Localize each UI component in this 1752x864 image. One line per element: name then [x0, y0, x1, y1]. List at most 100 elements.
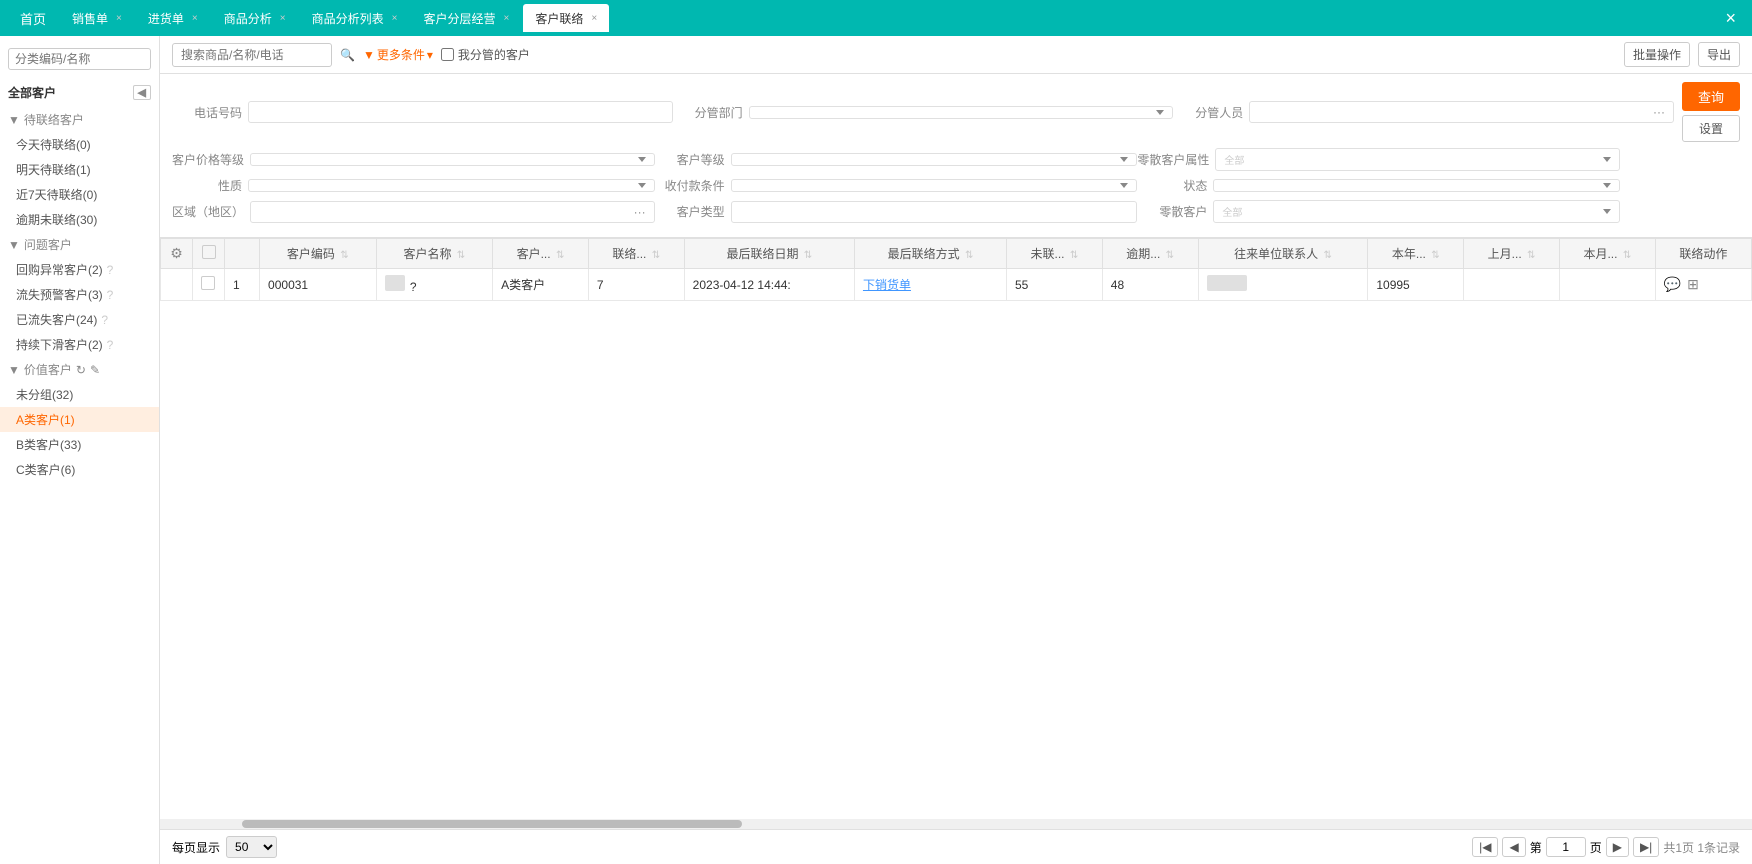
filter-search-icon[interactable]: 🔍 [340, 48, 355, 62]
status-select[interactable] [1213, 179, 1620, 192]
sort-unit-contact-icon[interactable]: ⇅ [1323, 250, 1331, 261]
retail-attr-select[interactable]: 全部 [1215, 148, 1620, 171]
customer-type-input[interactable] [731, 201, 1138, 223]
sort-this-month-icon[interactable]: ⇅ [1623, 250, 1631, 261]
sort-contact-count-icon[interactable]: ⇅ [652, 250, 660, 261]
sort-customer-type-icon[interactable]: ⇅ [556, 250, 564, 261]
chat-icon[interactable]: 💬 [1664, 276, 1681, 293]
th-contact-count[interactable]: 联络... ⇅ [588, 239, 684, 269]
window-close-button[interactable]: × [1717, 8, 1744, 29]
nav-home[interactable]: 首页 [8, 4, 58, 32]
nature-select[interactable] [248, 179, 655, 192]
th-settings[interactable]: ⚙ [161, 239, 193, 269]
sidebar-group-value[interactable]: ▼ 价值客户 ↻ ✎ [0, 357, 159, 382]
setting-button[interactable]: 设置 [1682, 115, 1740, 142]
sidebar-item-declining[interactable]: 持续下滑客户(2) ? [0, 332, 159, 357]
nav-tab-customer-segment[interactable]: 客户分层经营 × [411, 4, 521, 32]
nav-tab-customer-contact[interactable]: 客户联络 × [523, 4, 609, 32]
sidebar-item-tomorrow[interactable]: 明天待联络(1) [0, 157, 159, 182]
th-this-year[interactable]: 本年... ⇅ [1368, 239, 1464, 269]
sort-last-contact-date-icon[interactable]: ⇅ [804, 250, 812, 261]
th-overdue[interactable]: 逾期... ⇅ [1102, 239, 1198, 269]
sidebar-search-input[interactable] [8, 48, 151, 70]
sidebar-item-week[interactable]: 近7天待联络(0) [0, 182, 159, 207]
th-last-contact-method[interactable]: 最后联络方式 ⇅ [854, 239, 1006, 269]
row-checkbox[interactable] [201, 276, 215, 290]
next-page-button[interactable]: ▶ [1606, 837, 1629, 857]
scrollbar-thumb[interactable] [242, 820, 742, 828]
sort-customer-name-icon[interactable]: ⇅ [457, 250, 465, 261]
page-number-input[interactable] [1546, 837, 1586, 857]
filter-my-customers[interactable]: 我分管的客户 [441, 46, 530, 63]
sidebar-item-class-c[interactable]: C类客户(6) [0, 457, 159, 482]
last-page-button[interactable]: ▶| [1633, 837, 1659, 857]
dept-select[interactable] [749, 106, 1174, 119]
sidebar-item-abnormal-repurchase[interactable]: 回购异常客户(2) ? [0, 257, 159, 282]
nav-tab-product-analysis[interactable]: 商品分析 × [212, 4, 298, 32]
sidebar-collapse-button[interactable]: ◀ [133, 85, 151, 100]
th-last-contact-date[interactable]: 最后联络日期 ⇅ [684, 239, 854, 269]
last-contact-method-link[interactable]: 下销货单 [863, 278, 911, 292]
sort-this-year-icon[interactable]: ⇅ [1431, 250, 1439, 261]
th-customer-name[interactable]: 客户名称 ⇅ [376, 239, 493, 269]
phone-input[interactable] [248, 101, 673, 123]
th-unit-contact[interactable]: 往来单位联系人 ⇅ [1198, 239, 1368, 269]
page-size-select[interactable]: 50 100 200 [226, 836, 277, 858]
batch-ops-button[interactable]: 批量操作 [1624, 42, 1690, 67]
filter-more-button[interactable]: ▼ 更多条件 ▾ [363, 46, 433, 63]
close-product-tab[interactable]: × [280, 13, 286, 24]
sidebar-item-churn-warning[interactable]: 流失预警客户(3) ? [0, 282, 159, 307]
sidebar-item-churned[interactable]: 已流失客户(24) ? [0, 307, 159, 332]
close-segment-tab[interactable]: × [503, 13, 509, 24]
sidebar-group-problem[interactable]: ▼ 问题客户 [0, 232, 159, 257]
sort-last-month-icon[interactable]: ⇅ [1527, 250, 1535, 261]
table-settings-icon[interactable]: ⚙ [170, 245, 183, 261]
td-last-contact-method[interactable]: 下销货单 [854, 269, 1006, 301]
region-dots-icon[interactable]: ··· [634, 205, 646, 219]
manager-input[interactable]: ··· [1249, 101, 1674, 123]
sidebar-item-class-a[interactable]: A类客户(1) [0, 407, 159, 432]
value-group-refresh[interactable]: ↻ [76, 363, 86, 377]
filter-search-input[interactable] [172, 43, 332, 67]
query-button[interactable]: 查询 [1682, 82, 1740, 111]
customer-level-select[interactable] [731, 153, 1138, 166]
th-uncontacted[interactable]: 未联... ⇅ [1006, 239, 1102, 269]
export-button[interactable]: 导出 [1698, 42, 1740, 67]
sidebar-item-unclassified[interactable]: 未分组(32) [0, 382, 159, 407]
horizontal-scrollbar[interactable] [160, 819, 1752, 829]
td-check[interactable] [193, 269, 225, 301]
nav-tab-product-list[interactable]: 商品分析列表 × [300, 4, 410, 32]
sort-customer-code-icon[interactable]: ⇅ [340, 250, 348, 261]
close-contact-tab[interactable]: × [591, 13, 597, 24]
grid-icon[interactable]: ⊞ [1687, 276, 1699, 293]
th-last-month[interactable]: 上月... ⇅ [1464, 239, 1560, 269]
sort-overdue-icon[interactable]: ⇅ [1166, 250, 1174, 261]
payment-select[interactable] [731, 179, 1138, 192]
retail-customer-select[interactable]: 全部 [1213, 200, 1620, 223]
region-input[interactable]: ··· [250, 201, 655, 223]
sort-uncontacted-icon[interactable]: ⇅ [1070, 250, 1078, 261]
sidebar-all-customers[interactable]: 全部客户 ◀ [0, 78, 159, 107]
th-customer-type[interactable]: 客户... ⇅ [493, 239, 589, 269]
nav-tab-sales[interactable]: 销售单 × [60, 4, 134, 32]
th-this-month[interactable]: 本月... ⇅ [1559, 239, 1655, 269]
close-product-list-tab[interactable]: × [392, 13, 398, 24]
close-sales-tab[interactable]: × [116, 13, 122, 24]
select-all-checkbox[interactable] [202, 245, 216, 259]
prev-page-button[interactable]: ◀ [1502, 837, 1525, 857]
th-customer-code[interactable]: 客户编码 ⇅ [260, 239, 377, 269]
sidebar-item-overdue[interactable]: 逾期未联络(30) [0, 207, 159, 232]
sidebar-item-today[interactable]: 今天待联络(0) [0, 132, 159, 157]
sort-last-contact-method-icon[interactable]: ⇅ [965, 250, 973, 261]
value-group-edit[interactable]: ✎ [90, 363, 100, 377]
manager-dots-icon[interactable]: ··· [1653, 105, 1665, 119]
my-customers-checkbox[interactable] [441, 48, 454, 61]
price-level-select[interactable] [250, 153, 655, 166]
th-check[interactable] [193, 239, 225, 269]
sidebar-item-class-b[interactable]: B类客户(33) [0, 432, 159, 457]
td-customer-name[interactable]: ? [376, 269, 493, 301]
sidebar-group-pending[interactable]: ▼ 待联络客户 [0, 107, 159, 132]
close-purchase-tab[interactable]: × [192, 13, 198, 24]
first-page-button[interactable]: |◀ [1472, 837, 1498, 857]
nav-tab-purchase[interactable]: 进货单 × [136, 4, 210, 32]
